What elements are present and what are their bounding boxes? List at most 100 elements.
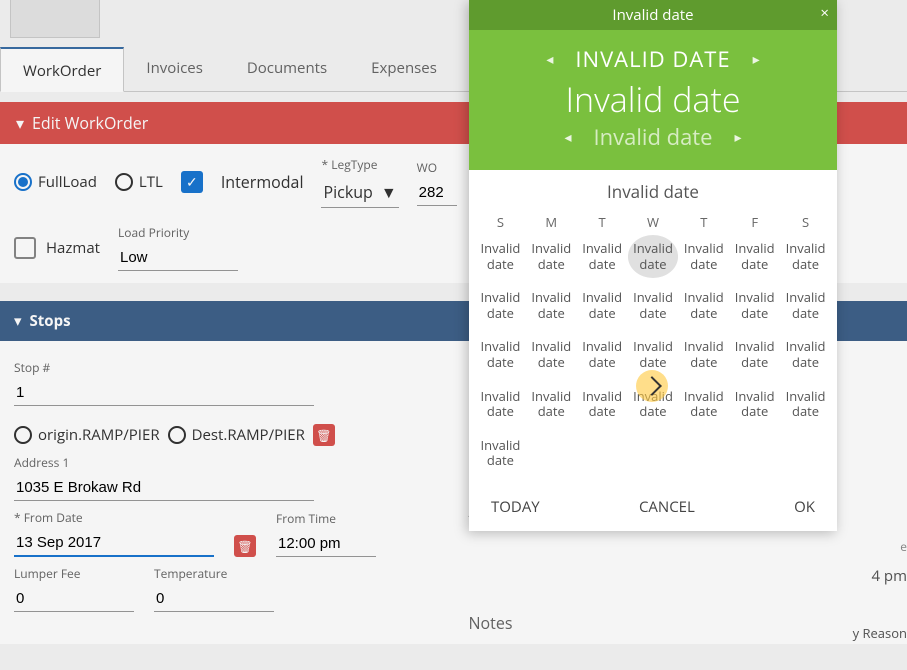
- radio-dest-ramp[interactable]: Dest.RAMP/PIER: [168, 425, 305, 445]
- legtype-value: Pickup: [323, 181, 372, 203]
- temperature-label: Temperature: [154, 565, 274, 582]
- dow: F: [729, 213, 780, 231]
- panel-title: Edit WorkOrder: [32, 112, 148, 134]
- dow: W: [628, 213, 679, 231]
- close-icon[interactable]: ×: [820, 3, 829, 23]
- date-cell[interactable]: Invalid date: [475, 333, 526, 376]
- wo-label: WO: [417, 159, 457, 176]
- radio-icon: [14, 426, 32, 444]
- dow: S: [475, 213, 526, 231]
- date-cell[interactable]: Invalid date: [577, 383, 628, 426]
- next-month-icon[interactable]: ▸: [735, 128, 742, 147]
- date-cell[interactable]: Invalid date: [780, 235, 831, 278]
- date-cell[interactable]: Invalid date: [678, 235, 729, 278]
- date-cell[interactable]: Invalid date: [475, 284, 526, 327]
- date-cell[interactable]: Invalid date: [526, 235, 577, 278]
- date-cell[interactable]: Invalid date: [628, 284, 679, 327]
- date-cell[interactable]: Invalid date: [729, 284, 780, 327]
- dow: T: [577, 213, 628, 231]
- from-time-label: From Time: [276, 510, 376, 527]
- tab-workorder[interactable]: WorkOrder: [0, 47, 124, 92]
- tab-expenses[interactable]: Expenses: [349, 46, 459, 91]
- date-cell[interactable]: Invalid date: [526, 333, 577, 376]
- legtype-label: * LegType: [321, 156, 398, 173]
- peek-time-value: 4 pm: [871, 566, 907, 586]
- tab-invoices[interactable]: Invoices: [124, 46, 224, 91]
- address1-label: Address 1: [14, 454, 439, 471]
- peek-reason-label: y Reason: [853, 624, 907, 642]
- checkbox-intermodal[interactable]: ✓: [181, 171, 203, 193]
- date-cell[interactable]: Invalid date: [678, 383, 729, 426]
- prev-month-icon[interactable]: ◂: [564, 128, 571, 147]
- date-cell[interactable]: Invalid date: [780, 333, 831, 376]
- delete-ramp-button[interactable]: 🗑: [313, 424, 335, 446]
- date-cell[interactable]: Invalid date: [577, 235, 628, 278]
- next-year-icon[interactable]: ▸: [753, 50, 760, 69]
- legtype-select[interactable]: Pickup ▼: [321, 177, 398, 208]
- date-cell[interactable]: Invalid date: [628, 383, 679, 426]
- date-picker-dow-row: S M T W T F S: [475, 209, 831, 235]
- ok-button[interactable]: OK: [794, 497, 815, 517]
- trash-icon: 🗑: [237, 538, 252, 555]
- trash-icon: 🗑: [316, 427, 331, 444]
- date-picker-month-title: Invalid date: [475, 180, 831, 203]
- date-cell[interactable]: Invalid date: [678, 284, 729, 327]
- dow: T: [678, 213, 729, 231]
- date-cell[interactable]: Invalid date: [526, 383, 577, 426]
- dow: S: [780, 213, 831, 231]
- radio-fullload[interactable]: FullLoad: [14, 172, 97, 192]
- stop-no-input[interactable]: [14, 380, 314, 406]
- temperature-input[interactable]: [154, 586, 274, 612]
- peek-time-label: e: [900, 538, 907, 555]
- date-cell[interactable]: Invalid date: [729, 383, 780, 426]
- date-cell[interactable]: Invalid date: [577, 284, 628, 327]
- tab-documents[interactable]: Documents: [225, 46, 349, 91]
- notes-label: Notes: [469, 612, 513, 634]
- date-picker-header: ◂ INVALID DATE ▸ Invalid date ◂ Invalid …: [469, 30, 837, 170]
- date-cell[interactable]: Invalid date: [729, 333, 780, 376]
- radio-origin-ramp[interactable]: origin.RAMP/PIER: [14, 425, 160, 445]
- today-button[interactable]: TODAY: [491, 497, 540, 517]
- load-priority-input[interactable]: [118, 245, 238, 271]
- date-cell[interactable]: Invalid date: [628, 235, 679, 278]
- date-picker-grid: Invalid dateInvalid dateInvalid dateInva…: [475, 235, 831, 475]
- intermodal-label: Intermodal: [221, 171, 304, 193]
- cancel-button[interactable]: CANCEL: [639, 497, 695, 517]
- load-priority-label: Load Priority: [118, 224, 238, 241]
- radio-label: origin.RAMP/PIER: [38, 425, 160, 445]
- dow: M: [526, 213, 577, 231]
- date-cell[interactable]: Invalid date: [526, 284, 577, 327]
- stop-no-label: Stop #: [14, 359, 439, 376]
- wo-input[interactable]: [417, 180, 457, 206]
- date-cell[interactable]: Invalid date: [577, 333, 628, 376]
- radio-icon: [115, 173, 133, 191]
- date-cell[interactable]: Invalid date: [780, 284, 831, 327]
- prev-year-icon[interactable]: ◂: [546, 50, 553, 69]
- checkbox-icon: [14, 237, 36, 259]
- chevron-down-icon: ▼: [381, 181, 397, 203]
- date-picker-actions: TODAY CANCEL OK: [469, 485, 837, 531]
- from-date-input[interactable]: [14, 530, 214, 557]
- date-cell[interactable]: Invalid date: [475, 432, 526, 475]
- top-placeholder-block: [10, 0, 100, 38]
- clear-date-button[interactable]: 🗑: [234, 535, 256, 557]
- from-time-input[interactable]: [276, 531, 376, 557]
- from-date-label: * From Date: [14, 509, 214, 526]
- date-picker-sub: Invalid date: [593, 122, 712, 152]
- date-cell[interactable]: Invalid date: [678, 333, 729, 376]
- date-cell[interactable]: Invalid date: [475, 235, 526, 278]
- radio-label: Dest.RAMP/PIER: [192, 425, 305, 445]
- radio-icon: [168, 426, 186, 444]
- date-picker-calendar[interactable]: Invalid date S M T W T F S Invalid dateI…: [469, 170, 837, 485]
- address1-input[interactable]: [14, 475, 314, 501]
- radio-icon: [14, 173, 32, 191]
- date-cell[interactable]: Invalid date: [628, 333, 679, 376]
- date-cell[interactable]: Invalid date: [729, 235, 780, 278]
- radio-ltl[interactable]: LTL: [115, 172, 163, 192]
- date-cell[interactable]: Invalid date: [475, 383, 526, 426]
- checkbox-hazmat[interactable]: Hazmat: [14, 237, 100, 259]
- lumper-input[interactable]: [14, 586, 134, 612]
- stops-title: Stops: [30, 311, 71, 331]
- date-cell[interactable]: Invalid date: [780, 383, 831, 426]
- radio-label: LTL: [139, 172, 163, 192]
